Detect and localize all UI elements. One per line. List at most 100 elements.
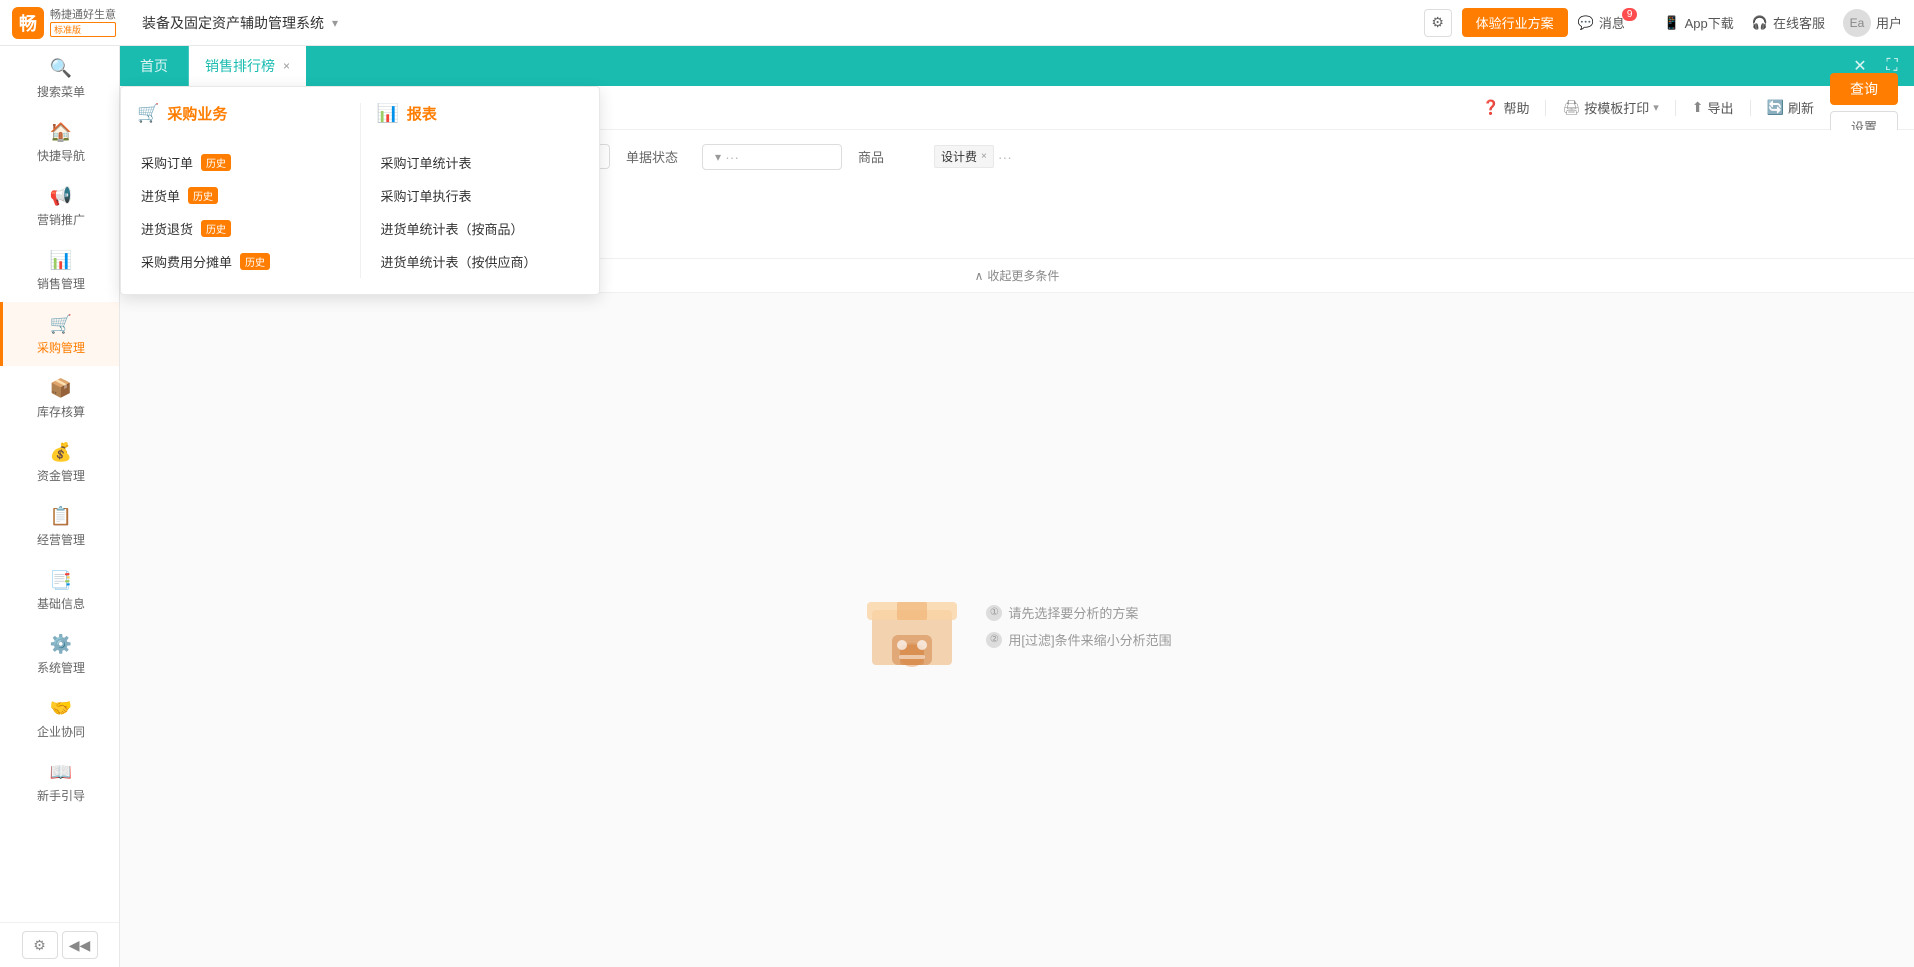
export-icon: ⬆ (1692, 99, 1704, 116)
refresh-label: 刷新 (1788, 98, 1814, 117)
sidebar-item-system[interactable]: ⚙️ 系统管理 (0, 622, 119, 686)
empty-illustration (862, 580, 962, 680)
system-name-text: 装备及固定资产辅助管理系统 (142, 13, 324, 33)
purchase-section-icon: 🛒 (137, 103, 159, 124)
report-section-label: 报表 (407, 103, 437, 124)
menu-item-label: 采购订单 (141, 153, 193, 172)
system-dropdown-icon[interactable]: ▾ (332, 16, 338, 30)
menu-item-purchase-expense[interactable]: 采购费用分摊单 历史 (137, 245, 344, 278)
menu-item-incoming[interactable]: 进货单 历史 (137, 179, 344, 212)
industry-button[interactable]: 体验行业方案 (1462, 8, 1568, 37)
menu-item-purchase-order-stat[interactable]: 采购订单统计表 (377, 146, 584, 179)
tab-sales-ranking-label: 销售排行榜 (205, 56, 275, 76)
enterprise-icon: 🤝 (50, 698, 72, 719)
print-dropdown-icon[interactable]: ▾ (1653, 101, 1659, 114)
tab-home[interactable]: 首页 (120, 46, 189, 86)
sidebar-settings-btn[interactable]: ⚙ (22, 931, 58, 959)
sidebar-item-search[interactable]: 🔍 搜索菜单 (0, 46, 119, 110)
sidebar-item-basic-info[interactable]: 📑 基础信息 (0, 558, 119, 622)
menu-item-label: 采购订单执行表 (381, 186, 472, 205)
logo-text-block: 畅捷通好生意 标准版 (50, 8, 116, 37)
menu-item-label: 进货单统计表（按供应商） (381, 252, 537, 271)
sidebar-item-sales[interactable]: 📊 销售管理 (0, 238, 119, 302)
sidebar-bottom: ⚙ ◀◀ (0, 922, 119, 967)
sidebar-item-operations[interactable]: 📋 经营管理 (0, 494, 119, 558)
export-action[interactable]: ⬆ 导出 (1692, 98, 1734, 117)
purchase-section: 🛒 采购业务 采购订单 历史 进货单 历史 进货退货 历史 采购费用分摊单 历史 (137, 103, 344, 278)
logo-subtitle: 畅捷通好生意 (50, 8, 116, 22)
menu-item-label: 采购订单统计表 (381, 153, 472, 172)
empty-content: 请先选择要分析的方案 用[过滤]条件来缩小分析范围 (862, 580, 1171, 680)
top-header: 畅 畅捷通好生意 标准版 装备及固定资产辅助管理系统 ▾ ⚙ 体验行业方案 💬 … (0, 0, 1914, 46)
sidebar-item-purchase[interactable]: 🛒 采购管理 (0, 302, 119, 366)
message-action[interactable]: 💬 消息 9 (1578, 13, 1646, 32)
tab-bar: 首页 销售排行榜 × ✕ ⛶ (120, 46, 1914, 86)
sidebar-label-basic-info: 基础信息 (37, 595, 85, 612)
sidebar-item-quick-nav[interactable]: 🏠 快捷导航 (0, 110, 119, 174)
sidebar-label-guide: 新手引导 (37, 787, 85, 804)
system-name-area: 装备及固定资产辅助管理系统 ▾ (142, 13, 1414, 33)
query-button[interactable]: 查询 (1830, 73, 1898, 105)
help-action[interactable]: ❓ 帮助 (1482, 98, 1529, 117)
sidebar-item-marketing[interactable]: 📢 营销推广 (0, 174, 119, 238)
empty-hint-2: 用[过滤]条件来缩小分析范围 (986, 630, 1171, 649)
goods-dots[interactable]: ··· (998, 149, 1012, 165)
online-service-action[interactable]: 🎧 在线客服 (1752, 13, 1825, 32)
menu-item-incoming-stat-supplier[interactable]: 进货单统计表（按供应商） (377, 245, 584, 278)
finance-icon: 💰 (50, 442, 72, 463)
help-icon: ❓ (1482, 99, 1499, 116)
home-icon: 🏠 (50, 122, 72, 143)
search-icon: 🔍 (50, 58, 72, 79)
app-download-action[interactable]: 📱 App下载 (1663, 13, 1733, 32)
settings-button[interactable]: ⚙ (1424, 9, 1452, 37)
sidebar-label-enterprise: 企业协同 (37, 723, 85, 740)
purchase-dropdown-menu: 🛒 采购业务 采购订单 历史 进货单 历史 进货退货 历史 采购费用分摊单 历史… (120, 86, 600, 295)
refresh-action[interactable]: 🔄 刷新 (1767, 98, 1814, 117)
menu-item-incoming-stat-goods[interactable]: 进货单统计表（按商品） (377, 212, 584, 245)
user-label: 用户 (1876, 13, 1902, 32)
sidebar-collapse-btn[interactable]: ◀◀ (62, 931, 98, 959)
status-select[interactable]: ▾ ··· (702, 144, 842, 170)
sidebar-item-finance[interactable]: 💰 资金管理 (0, 430, 119, 494)
print-action[interactable]: 🖨 按模板打印 ▾ (1562, 98, 1658, 117)
logo-char: 畅 (19, 10, 37, 36)
sidebar-item-enterprise[interactable]: 🤝 企业协同 (0, 686, 119, 750)
marketing-icon: 📢 (50, 186, 72, 207)
logo-area: 畅 畅捷通好生意 标准版 (12, 7, 132, 39)
status-dots[interactable]: ··· (725, 149, 739, 165)
sidebar-label-marketing: 营销推广 (37, 211, 85, 228)
menu-item-purchase-order[interactable]: 采购订单 历史 (137, 146, 344, 179)
print-icon: 🖨 (1562, 99, 1580, 116)
menu-item-label: 采购费用分摊单 (141, 252, 232, 271)
history-badge: 历史 (201, 220, 231, 237)
sidebar-label-finance: 资金管理 (37, 467, 85, 484)
sidebar-label-inventory: 库存核算 (37, 403, 85, 420)
toolbar-divider-3 (1750, 100, 1751, 116)
toolbar-divider-2 (1675, 100, 1676, 116)
goods-tag: 设计费 × (934, 145, 994, 168)
toolbar-divider-1 (1545, 100, 1546, 116)
history-badge: 历史 (240, 253, 270, 270)
tab-sales-ranking[interactable]: 销售排行榜 × (189, 46, 306, 86)
guide-icon: 📖 (50, 762, 72, 783)
logo-tag: 标准版 (50, 22, 116, 37)
avatar: Ea (1843, 9, 1871, 37)
menu-item-return[interactable]: 进货退货 历史 (137, 212, 344, 245)
tab-home-label: 首页 (140, 56, 168, 76)
sidebar-label-quick-nav: 快捷导航 (37, 147, 85, 164)
sidebar-item-inventory[interactable]: 📦 库存核算 (0, 366, 119, 430)
sidebar: 🔍 搜索菜单 🏠 快捷导航 📢 营销推广 📊 销售管理 🛒 采购管理 📦 库存核… (0, 46, 120, 967)
sidebar-item-guide[interactable]: 📖 新手引导 (0, 750, 119, 814)
status-arrow: ▾ (715, 150, 721, 164)
sidebar-label-purchase: 采购管理 (37, 339, 85, 356)
goods-tag-close[interactable]: × (981, 151, 987, 162)
goods-tag-text: 设计费 (941, 148, 977, 165)
refresh-icon: 🔄 (1767, 99, 1784, 116)
user-action[interactable]: Ea 用户 (1843, 9, 1902, 37)
menu-item-purchase-order-exec[interactable]: 采购订单执行表 (377, 179, 584, 212)
headset-icon: 🎧 (1752, 15, 1768, 31)
purchase-section-label: 采购业务 (167, 103, 227, 124)
sidebar-label-operations: 经营管理 (37, 531, 85, 548)
purchase-section-title: 🛒 采购业务 (137, 103, 344, 132)
tab-close-icon[interactable]: × (283, 59, 290, 73)
